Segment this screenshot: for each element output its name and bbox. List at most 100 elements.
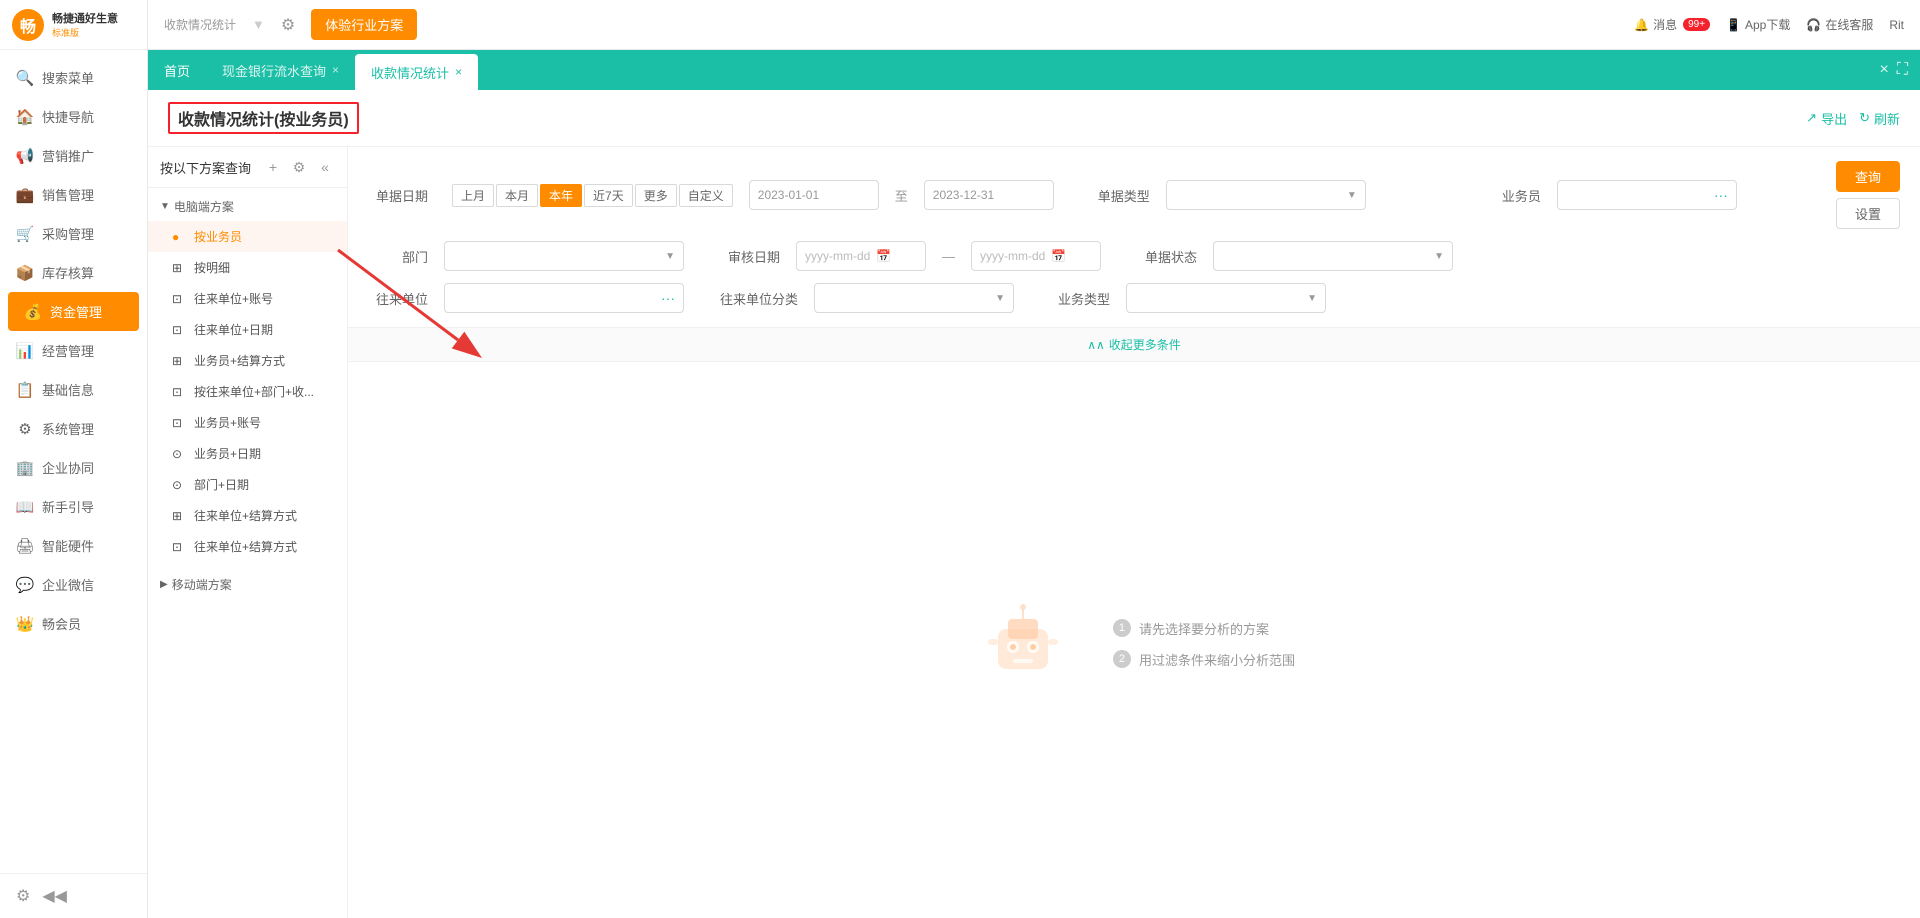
- scheme-header-title: 按以下方案查询: [160, 158, 257, 177]
- sidebar-item-label: 营销推广: [42, 146, 94, 165]
- tab-bank-flow[interactable]: 现金银行流水查询 ×: [206, 50, 355, 90]
- header-dropdown-arrow[interactable]: ▼: [252, 17, 265, 32]
- sidebar-item-search[interactable]: 🔍 搜索菜单: [0, 58, 147, 97]
- logo-text: 畅捷通好生意 标准版: [52, 10, 118, 39]
- sidebar-item-guide[interactable]: 📖 新手引导: [0, 487, 147, 526]
- sidebar: 畅 畅捷通好生意 标准版 🔍 搜索菜单 🏠 快捷导航 📢 营销推广 💼 销售管理…: [0, 0, 148, 918]
- scheme-item-salesman-settle[interactable]: ⊞ 业务员+结算方式: [148, 345, 347, 376]
- refresh-icon: ↻: [1859, 110, 1870, 126]
- scheme-item-unit-account[interactable]: ⊡ 往来单位+账号: [148, 283, 347, 314]
- sidebar-item-smart-hw[interactable]: 🖨 智能硬件: [0, 526, 147, 565]
- salesman-more-icon[interactable]: ···: [1714, 187, 1728, 203]
- tab-bar: 首页 现金银行流水查询 × 收款情况统计 × × ⛶: [148, 50, 1920, 90]
- date-btn-this-year[interactable]: 本年: [540, 184, 582, 207]
- date-btn-last-month[interactable]: 上月: [452, 184, 494, 207]
- partner-select[interactable]: ···: [444, 283, 684, 313]
- scheme-item-unit-dept-receipt[interactable]: ⊡ 按往来单位+部门+收...: [148, 376, 347, 407]
- export-btn[interactable]: ↗ 导出: [1806, 109, 1847, 128]
- sidebar-item-label: 采购管理: [42, 224, 94, 243]
- salesman-select[interactable]: ···: [1557, 180, 1737, 210]
- date-btn-this-month[interactable]: 本月: [496, 184, 538, 207]
- form-actions: 查询 设置: [1836, 161, 1900, 229]
- sidebar-item-wechat[interactable]: 💬 企业微信: [0, 565, 147, 604]
- sidebar-bottom: ⚙ ◀◀: [0, 873, 147, 918]
- refresh-btn[interactable]: ↻ 刷新: [1859, 109, 1900, 128]
- user-avatar[interactable]: Rit: [1889, 18, 1904, 32]
- sidebar-item-member[interactable]: 👑 畅会员: [0, 604, 147, 643]
- sidebar-item-sales[interactable]: 💼 销售管理: [0, 175, 147, 214]
- scheme-group-desktop-title[interactable]: ▼ 电脑端方案: [148, 192, 347, 221]
- sidebar-item-operations[interactable]: 📊 经营管理: [0, 331, 147, 370]
- sidebar-item-label: 企业微信: [42, 575, 94, 594]
- scheme-item-salesman-date[interactable]: ⊙ 业务员+日期: [148, 438, 347, 469]
- settings-bottom-btn[interactable]: ⚙: [16, 886, 30, 906]
- partner-category-select[interactable]: ▼: [814, 283, 1014, 313]
- tip-text-2: 用过滤条件来缩小分析范围: [1139, 650, 1295, 669]
- setting-btn[interactable]: 设置: [1836, 198, 1900, 229]
- scheme-item-unit-date[interactable]: ⊡ 往来单位+日期: [148, 314, 347, 345]
- date-separator: 至: [895, 186, 908, 205]
- dept-select[interactable]: ▼: [444, 241, 684, 271]
- sidebar-item-label: 企业协同: [42, 458, 94, 477]
- sidebar-item-enterprise[interactable]: 🏢 企业协同: [0, 448, 147, 487]
- scheme-add-btn[interactable]: +: [263, 157, 283, 177]
- online-service-btn[interactable]: 🎧 在线客服: [1806, 16, 1873, 33]
- app-download-label: App下载: [1745, 16, 1790, 33]
- date-btn-more[interactable]: 更多: [635, 184, 677, 207]
- tab-receipt-stats-close[interactable]: ×: [455, 65, 462, 79]
- chart-icon: 📊: [16, 342, 34, 360]
- tab-maximize-btn[interactable]: ⛶: [1897, 61, 1908, 79]
- scheme-item-label: 往来单位+结算方式: [194, 507, 297, 524]
- scheme-item-dept-date[interactable]: ⊙ 部门+日期: [148, 469, 347, 500]
- notifications-btn[interactable]: 🔔 消息 99+: [1634, 16, 1710, 33]
- scheme-group-mobile-title[interactable]: ▶ 移动端方案: [148, 570, 347, 599]
- app-download-btn[interactable]: 📱 App下载: [1726, 16, 1790, 33]
- scheme-collapse-btn[interactable]: «: [315, 157, 335, 177]
- scheme-item-unit-settle2[interactable]: ⊡ 往来单位+结算方式: [148, 531, 347, 562]
- scheme-setting-btn[interactable]: ⚙: [289, 157, 309, 177]
- dept-arrow-icon: ▼: [665, 251, 675, 262]
- sidebar-item-inventory[interactable]: 📦 库存核算: [0, 253, 147, 292]
- collapse-sidebar-btn[interactable]: ◀◀: [42, 886, 67, 906]
- sidebar-item-purchase[interactable]: 🛒 采购管理: [0, 214, 147, 253]
- tab-close-all-btn[interactable]: ×: [1879, 61, 1888, 79]
- scheme-item-by-detail[interactable]: ⊞ 按明细: [148, 252, 347, 283]
- sidebar-item-finance[interactable]: 💰 资金管理: [8, 292, 139, 331]
- partner-more-icon[interactable]: ···: [661, 290, 675, 306]
- logo-icon: 畅: [12, 9, 44, 41]
- scheme-item-unit-settle1[interactable]: ⊞ 往来单位+结算方式: [148, 500, 347, 531]
- tab-home[interactable]: 首页: [148, 50, 206, 90]
- date-btn-custom[interactable]: 自定义: [679, 184, 733, 207]
- trial-button[interactable]: 体验行业方案: [311, 9, 417, 40]
- biz-type-select[interactable]: ▼: [1126, 283, 1326, 313]
- scheme-item-salesman-account[interactable]: ⊡ 业务员+账号: [148, 407, 347, 438]
- tab-bar-right: × ⛶: [1879, 61, 1920, 79]
- doc-type-select[interactable]: ▼: [1166, 180, 1366, 210]
- review-date-from-placeholder: yyyy-mm-dd: [805, 249, 870, 263]
- date-label: 单据日期: [368, 186, 428, 205]
- sidebar-item-system[interactable]: ⚙ 系统管理: [0, 409, 147, 448]
- doc-status-select[interactable]: ▼: [1213, 241, 1453, 271]
- review-date-label: 审核日期: [720, 247, 780, 266]
- wechat-icon: 💬: [16, 576, 34, 594]
- sidebar-item-marketing[interactable]: 📢 营销推广: [0, 136, 147, 175]
- review-date-to-input[interactable]: yyyy-mm-dd 📅: [971, 241, 1101, 271]
- sidebar-item-label: 智能硬件: [42, 536, 94, 555]
- date-to-input[interactable]: 2023-12-31: [924, 180, 1054, 210]
- collapse-bar[interactable]: ∧∧ 收起更多条件: [348, 328, 1920, 362]
- scheme-item-label: 业务员+结算方式: [194, 352, 285, 369]
- query-btn[interactable]: 查询: [1836, 161, 1900, 192]
- tab-bank-flow-close[interactable]: ×: [332, 63, 339, 77]
- scheme-item-icon: ⊞: [172, 261, 188, 275]
- form-row-2: 部门 ▼ 审核日期 yyyy-mm-dd 📅 — yyyy-mm-dd 📅: [368, 241, 1900, 271]
- scheme-item-by-salesman[interactable]: ● 按业务员: [148, 221, 347, 252]
- sidebar-item-basic-info[interactable]: 📋 基础信息: [0, 370, 147, 409]
- header-gear-icon[interactable]: ⚙: [281, 15, 295, 35]
- review-date-from-input[interactable]: yyyy-mm-dd 📅: [796, 241, 926, 271]
- date-from-input[interactable]: 2023-01-01: [749, 180, 879, 210]
- tab-receipt-stats[interactable]: 收款情况统计 ×: [355, 54, 478, 90]
- form-row-3: 往来单位 ··· 往来单位分类 ▼ 业务类型 ▼: [368, 283, 1900, 313]
- sidebar-item-quick-nav[interactable]: 🏠 快捷导航: [0, 97, 147, 136]
- date-btn-7days[interactable]: 近7天: [584, 184, 633, 207]
- scheme-list: ▼ 电脑端方案 ● 按业务员 ⊞ 按明细 ⊡ 往来单位+账号: [148, 188, 347, 918]
